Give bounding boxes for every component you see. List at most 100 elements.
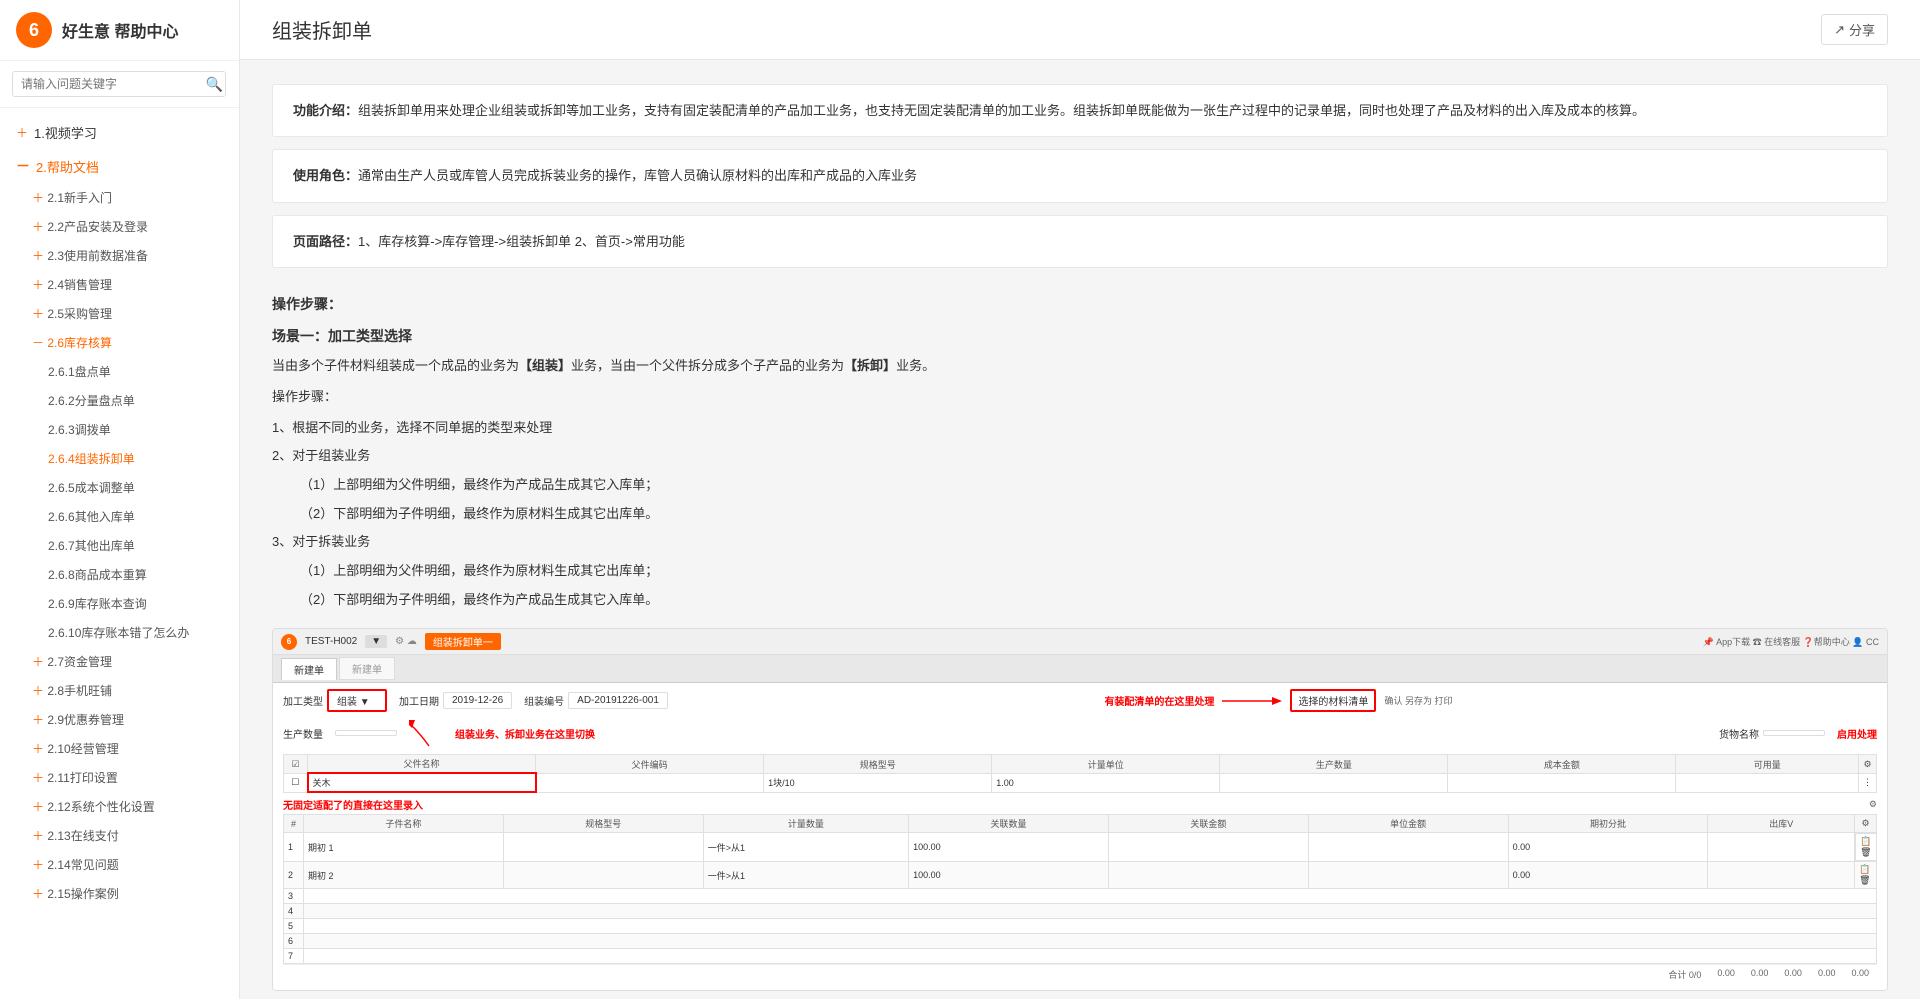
nav-list: ＋ 1.视频学习 － 2.帮助文档 ＋ 2.1新手入门 ＋ 2.2产品安装及登录… xyxy=(0,108,239,999)
sidebar-item-mobile[interactable]: ＋ 2.8手机旺铺 xyxy=(0,676,239,705)
sidebar-item-stock[interactable]: － 2.6库存核算 xyxy=(0,328,239,357)
ss-form-row1: 加工类型 组装 ▼ 加工日期 2019-12-26 组装编号 AD-201912… xyxy=(283,689,1877,712)
ss-t2-th-name: 子件名称 xyxy=(304,815,504,833)
ss-td-amount xyxy=(1448,773,1676,792)
sub-expand-icon: ＋ xyxy=(32,713,44,727)
sidebar-item-inother[interactable]: 2.6.6其他入库单 xyxy=(0,502,239,531)
ss-table2-right: ⚙ xyxy=(1869,799,1877,810)
sidebar: 6 好生意 帮助中心 🔍 ＋ 1.视频学习 － 2.帮助文档 ＋ 2.1新手入门… xyxy=(0,0,240,999)
table-row: 1 期初 1 一件>从1 100.00 0.00 xyxy=(284,833,1877,862)
ss-table1: ☑ 父件名称 父件编码 规格型号 计量单位 生产数量 成本金额 可用量 ⚙ xyxy=(283,754,1877,793)
ss-tab-active[interactable]: 新建单 xyxy=(281,658,337,680)
sub-collapse-icon: － xyxy=(32,336,44,350)
ss-right-value[interactable] xyxy=(1763,730,1825,736)
sidebar-item-faq[interactable]: ＋ 2.14常见问题 xyxy=(0,850,239,879)
ss-t2-aqty: 100.00 xyxy=(909,833,1109,862)
sidebar-item-label: 2.6.2分量盘点单 xyxy=(48,394,135,408)
sidebar-item-label: 2.14常见问题 xyxy=(47,858,118,872)
sidebar-item-install[interactable]: ＋ 2.2产品安装及登录 xyxy=(0,212,239,241)
sidebar-item-purchase[interactable]: ＋ 2.5采购管理 xyxy=(0,299,239,328)
share-label: 分享 xyxy=(1849,20,1875,39)
ss-t2-th-qty: 计量数量 xyxy=(703,815,908,833)
ss-bom-btn[interactable]: 选择的材料清单 xyxy=(1290,689,1376,712)
sidebar-item-manage[interactable]: ＋ 2.10经营管理 xyxy=(0,734,239,763)
ss-t2-out2 xyxy=(1708,862,1855,889)
step1: 1、根据不同的业务，选择不同单据的类型来处理 xyxy=(272,416,1888,441)
role-text: 通常由生产人员或库管人员完成拆装业务的操作，库管人员确认原材料的出库和产成品的入… xyxy=(358,168,917,183)
steps-section: 操作步骤： 场景一：加工类型选择 当由多个子件材料组装成一个成品的业务为【组装】… xyxy=(272,280,1888,999)
sidebar-item-costcalc[interactable]: 2.6.8商品成本重算 xyxy=(0,560,239,589)
ss-type-field: 加工类型 组装 ▼ xyxy=(283,689,387,712)
ss-qty-value[interactable] xyxy=(335,730,397,736)
sidebar-item-adjust[interactable]: 2.6.3调拨单 xyxy=(0,415,239,444)
search-button[interactable]: 🔍 xyxy=(202,72,227,97)
sidebar-item-data[interactable]: ＋ 2.3使用前数据准备 xyxy=(0,241,239,270)
sidebar-item-docs[interactable]: － 2.帮助文档 xyxy=(0,149,239,183)
ss-td-name[interactable]: 关木 xyxy=(308,773,536,792)
ss-table1-body: ☐ 关木 1块/10 1.00 ⋮ xyxy=(284,773,1877,792)
ss-table2-wrapper: 无固定适配了的直接在这里录入 ⚙ # 子件名称 规格型号 xyxy=(283,797,1877,984)
ss-bom-arrow xyxy=(1222,693,1282,709)
ss-type-label: 加工类型 xyxy=(283,693,323,708)
sidebar-item-count[interactable]: 2.6.1盘点单 xyxy=(0,357,239,386)
sidebar-item-assembly[interactable]: 2.6.4组装拆卸单 xyxy=(0,444,239,473)
sidebar-item-stockerror[interactable]: 2.6.10库存账本错了怎么办 xyxy=(0,618,239,647)
ss-no-value[interactable]: AD-20191226-001 xyxy=(568,692,668,709)
ss-th-qty: 生产数量 xyxy=(1220,755,1448,774)
ss-date-value[interactable]: 2019-12-26 xyxy=(443,692,512,709)
ss-total5: 0.00 xyxy=(1818,968,1836,981)
sidebar-item-coupon[interactable]: ＋ 2.9优惠券管理 xyxy=(0,705,239,734)
ss-t2-batch2: 0.00 xyxy=(1508,862,1708,889)
ss-t2-idx: 1 xyxy=(284,833,304,862)
sidebar-item-split[interactable]: 2.6.2分量盘点单 xyxy=(0,386,239,415)
share-button[interactable]: ↗ 分享 xyxy=(1821,14,1888,45)
table-row: 4 xyxy=(284,904,1877,919)
ss-date-field: 加工日期 2019-12-26 xyxy=(399,692,512,709)
sub-expand-icon: ＋ xyxy=(32,249,44,263)
ss-type-value[interactable]: 组装 ▼ xyxy=(327,689,387,712)
ss-type-arrow xyxy=(409,718,449,748)
ss-t2-th-aamount: 关联金额 xyxy=(1108,815,1308,833)
sidebar-item-custom[interactable]: ＋ 2.12系统个性化设置 xyxy=(0,792,239,821)
ss-td-code xyxy=(536,773,764,792)
sidebar-item-label: 2.10经营管理 xyxy=(47,742,118,756)
table-row: 5 xyxy=(284,919,1877,934)
ss-total2: 0.00 xyxy=(1717,968,1735,981)
sidebar-item-print[interactable]: ＋ 2.11打印设置 xyxy=(0,763,239,792)
sidebar-item-stockcheck[interactable]: 2.6.9库存账本查询 xyxy=(0,589,239,618)
ss-th-amount: 成本金额 xyxy=(1448,755,1676,774)
sidebar-item-newbie[interactable]: ＋ 2.1新手入门 xyxy=(0,183,239,212)
ss-t2-action2[interactable]: 📋 🗑 xyxy=(1855,862,1877,889)
step3-sub2: （2）下部明细为子件明细，最终作为产成品生成其它入库单。 xyxy=(300,588,1888,613)
ss-td-action[interactable]: ⋮ xyxy=(1859,773,1877,792)
expand-icon: ＋ xyxy=(16,124,28,141)
sidebar-item-sales[interactable]: ＋ 2.4销售管理 xyxy=(0,270,239,299)
sidebar-item-cost[interactable]: 2.6.5成本调整单 xyxy=(0,473,239,502)
ss-th-unit: 计量单位 xyxy=(992,755,1220,774)
ss-total1: 合计 0/0 xyxy=(1668,968,1701,981)
content-area: 功能介绍：组装拆卸单用来处理企业组装或拆卸等加工业务，支持有固定装配清单的产品加… xyxy=(240,60,1920,999)
step2-sub1: （1）上部明细为父件明细，最终作为产成品生成其它入库单； xyxy=(300,473,1888,498)
ss-t2-action[interactable]: 📋 🗑 xyxy=(1855,833,1876,861)
sidebar-item-finance[interactable]: ＋ 2.7资金管理 xyxy=(0,647,239,676)
sidebar-item-outother[interactable]: 2.6.7其他出库单 xyxy=(0,531,239,560)
ss-t2-idx5: 5 xyxy=(284,919,304,934)
ss-tab-inactive[interactable]: 新建单 xyxy=(339,657,395,680)
ss-t2-qty: 一件>从1 xyxy=(703,833,908,862)
search-input[interactable] xyxy=(12,71,226,97)
sidebar-item-video[interactable]: ＋ 1.视频学习 xyxy=(0,116,239,149)
screenshot-container: 6 TEST-H002 ▼ ⚙ ☁ 组装拆卸单一 📌 App下载 ☎ 在线客服 … xyxy=(272,628,1888,991)
sub-expand-icon: ＋ xyxy=(32,742,44,756)
sidebar-item-label: 2.6.7其他出库单 xyxy=(48,539,135,553)
table-row: 3 xyxy=(284,889,1877,904)
ss-action-btns: 确认 另存为 打印 xyxy=(1384,694,1452,707)
ss-no-field: 组装编号 AD-20191226-001 xyxy=(524,692,668,709)
sidebar-item-payment[interactable]: ＋ 2.13在线支付 xyxy=(0,821,239,850)
ss-t2-name: 期初 1 xyxy=(304,833,504,862)
ss-t2-spec xyxy=(503,833,703,862)
role-block: 使用角色：通常由生产人员或库管人员完成拆装业务的操作，库管人员确认原材料的出库和… xyxy=(272,149,1888,202)
ss-t2-th-out: 出库V xyxy=(1708,815,1855,833)
ss-qty-row: 生产数量 组装业务、拆卸业务在这里切换 xyxy=(283,718,1877,748)
sidebar-item-label: 2.15操作案例 xyxy=(47,887,118,901)
sidebar-item-case[interactable]: ＋ 2.15操作案例 xyxy=(0,879,239,908)
